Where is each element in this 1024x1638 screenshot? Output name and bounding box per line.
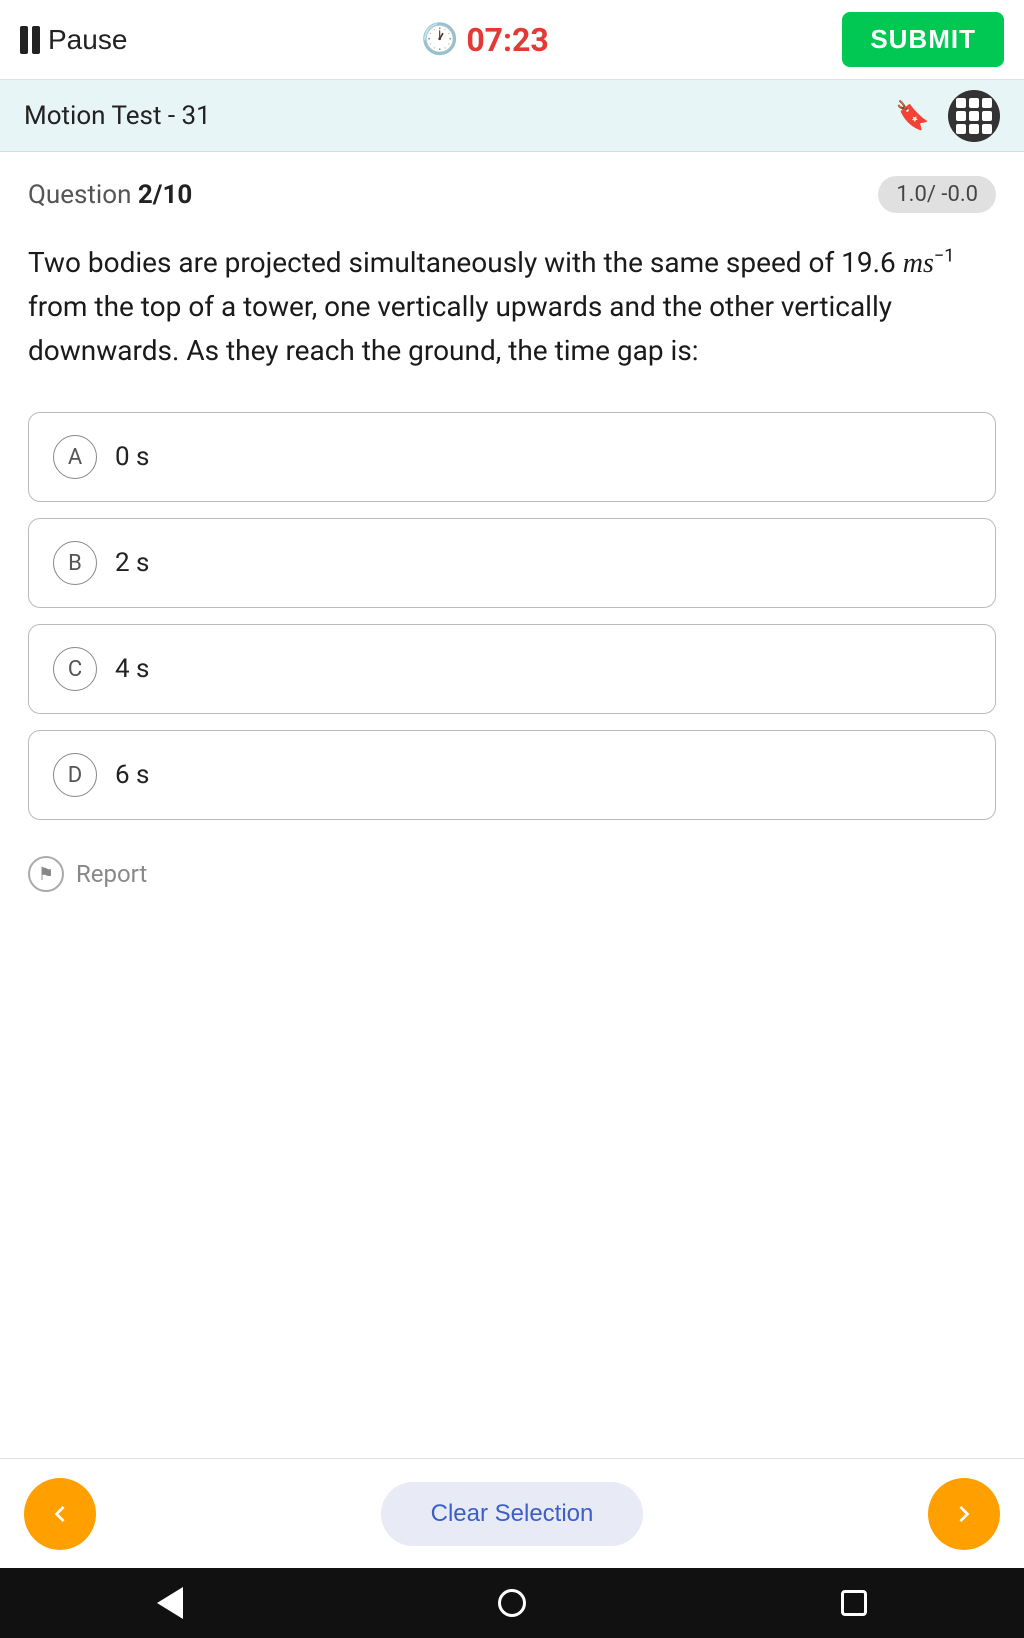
question-text-part1: Two bodies are projected simultaneously … — [28, 246, 903, 279]
option-a[interactable]: A 0 s — [28, 412, 996, 502]
grid-icon — [956, 98, 992, 134]
option-label-a: A — [53, 435, 97, 479]
grid-button[interactable] — [948, 90, 1000, 142]
submit-button[interactable]: SUBMIT — [842, 12, 1004, 67]
option-c[interactable]: C 4 s — [28, 624, 996, 714]
question-area: Question 2/10 1.0/ -0.0 Two bodies are p… — [0, 152, 1024, 1458]
bookmark-icon[interactable]: 🔖 — [895, 99, 930, 132]
android-back-button[interactable] — [157, 1587, 183, 1619]
option-b[interactable]: B 2 s — [28, 518, 996, 608]
top-bar: Pause 🕐 07:23 SUBMIT — [0, 0, 1024, 80]
timer-value: 07:23 — [466, 21, 548, 59]
option-text-c: 4 s — [115, 654, 149, 684]
option-label-c: C — [53, 647, 97, 691]
alarm-icon: 🕐 — [421, 22, 458, 57]
option-text-b: 2 s — [115, 548, 149, 578]
pause-label: Pause — [48, 24, 127, 56]
math-exponent: −1 — [934, 246, 955, 267]
next-arrow-icon — [948, 1498, 980, 1530]
prev-arrow-icon — [44, 1498, 76, 1530]
header-icons: 🔖 — [895, 90, 1000, 142]
question-prefix: Question — [28, 180, 138, 210]
option-label-d: D — [53, 753, 97, 797]
android-nav-bar — [0, 1568, 1024, 1638]
option-text-d: 6 s — [115, 760, 149, 790]
prev-button[interactable] — [24, 1478, 96, 1550]
next-button[interactable] — [928, 1478, 1000, 1550]
report-row[interactable]: ⚑ Report — [28, 856, 996, 892]
bottom-nav: Clear Selection — [0, 1458, 1024, 1568]
pause-icon — [20, 26, 40, 54]
test-header: Motion Test - 31 🔖 — [0, 80, 1024, 152]
option-label-b: B — [53, 541, 97, 585]
question-number: Question 2/10 — [28, 180, 192, 210]
android-recents-button[interactable] — [841, 1590, 867, 1616]
android-home-button[interactable] — [498, 1589, 526, 1617]
options-list: A 0 s B 2 s C 4 s D 6 s — [28, 412, 996, 820]
pause-button[interactable]: Pause — [20, 24, 127, 56]
math-symbol: ms — [903, 248, 934, 279]
option-d[interactable]: D 6 s — [28, 730, 996, 820]
score-badge: 1.0/ -0.0 — [878, 176, 996, 213]
question-meta: Question 2/10 1.0/ -0.0 — [28, 176, 996, 213]
question-text: Two bodies are projected simultaneously … — [28, 241, 996, 372]
clear-selection-button[interactable]: Clear Selection — [381, 1482, 644, 1546]
report-icon: ⚑ — [28, 856, 64, 892]
option-text-a: 0 s — [115, 442, 149, 472]
test-title: Motion Test - 31 — [24, 101, 211, 131]
question-counter: 2/10 — [138, 180, 192, 210]
question-text-part2: from the top of a tower, one vertically … — [28, 290, 892, 366]
timer-display: 🕐 07:23 — [421, 21, 549, 59]
report-label: Report — [76, 860, 147, 888]
